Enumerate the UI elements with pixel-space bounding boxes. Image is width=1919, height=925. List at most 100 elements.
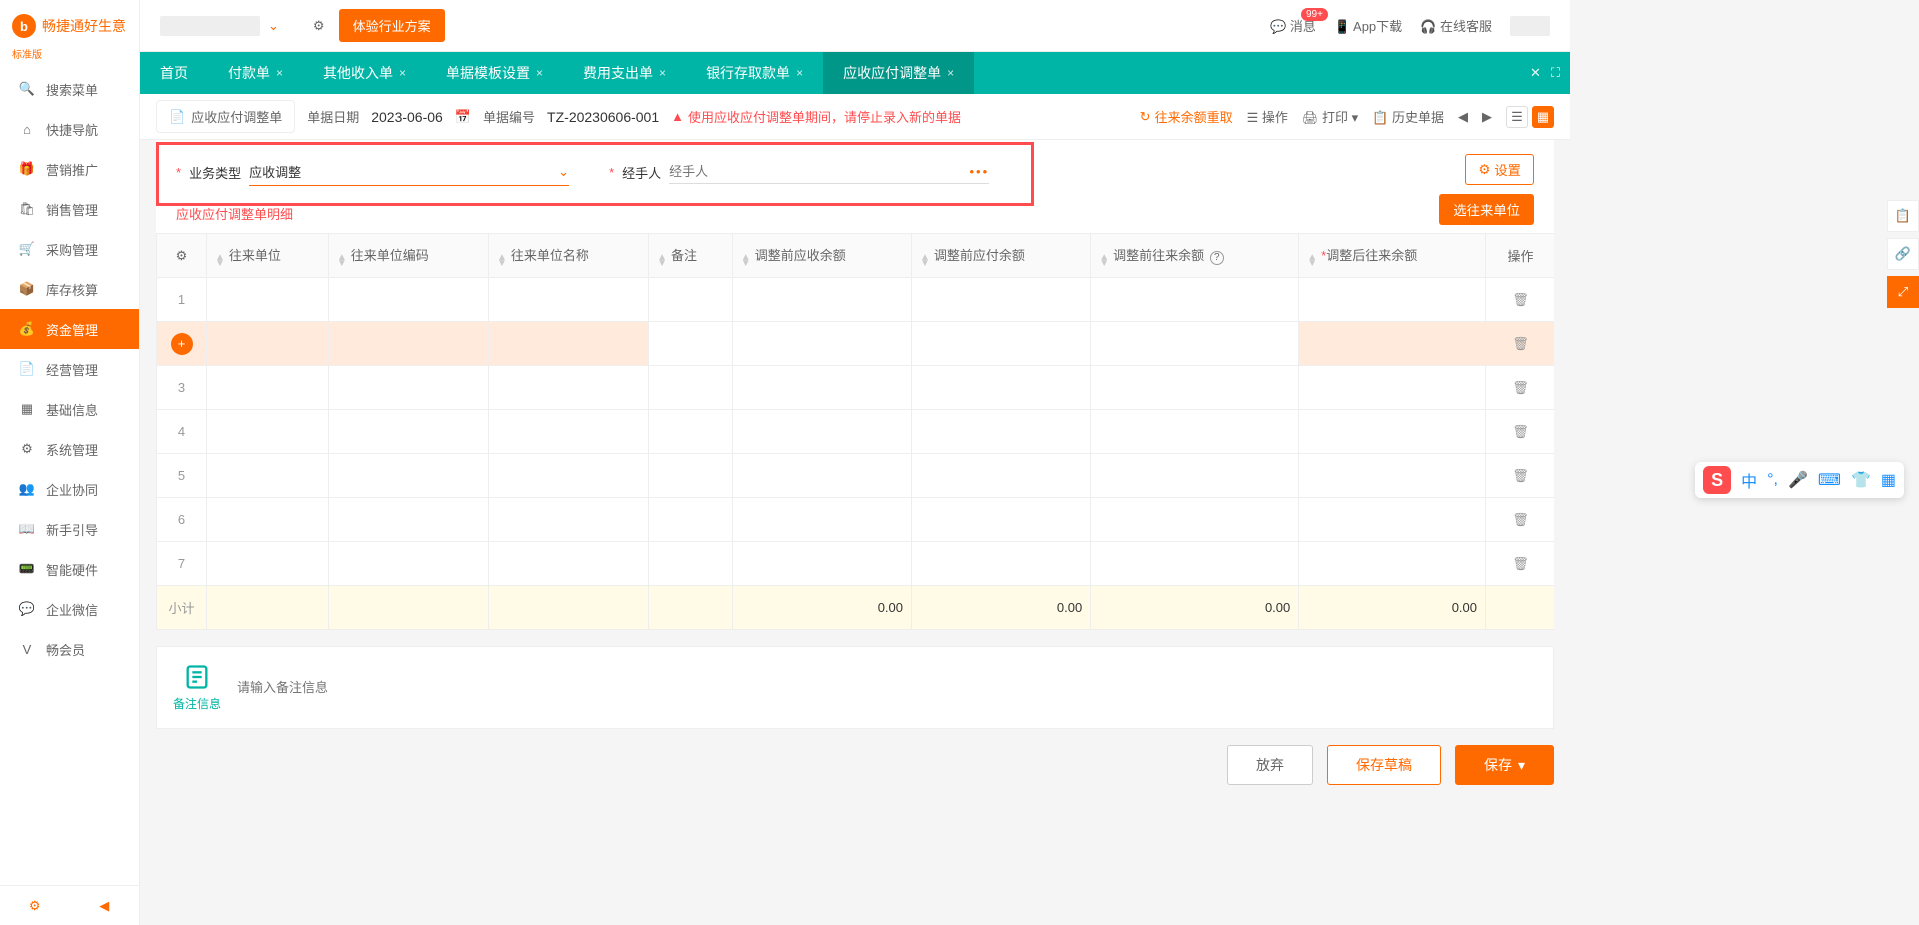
col-header[interactable]: ▲▼往来单位 [207, 234, 329, 278]
col-header[interactable]: ▲▼调整前往来余额 ? [1091, 234, 1299, 278]
cell[interactable] [1091, 278, 1299, 322]
print-dropdown[interactable]: 🖨 打印 ▾ [1302, 107, 1358, 126]
cell[interactable] [1299, 366, 1486, 410]
sidebar-settings-icon[interactable]: ⚙ [0, 898, 70, 914]
sort-icon[interactable]: ▲▼ [497, 255, 507, 267]
discard-button[interactable]: 放弃 [1227, 745, 1313, 785]
cell[interactable] [1091, 454, 1299, 498]
delete-row-icon[interactable]: 🗑 [1512, 512, 1529, 527]
calendar-icon[interactable]: 📅 [455, 109, 471, 125]
table-row[interactable]: 4🗑 [157, 410, 1555, 454]
sidebar-item-grid[interactable]: ▦基础信息 [0, 389, 139, 429]
sort-icon[interactable]: ▲▼ [337, 255, 347, 267]
cell[interactable] [1299, 498, 1486, 542]
sidebar-item-chat[interactable]: 💬企业微信 [0, 589, 139, 629]
tab-付款单[interactable]: 付款单× [208, 52, 303, 94]
cell[interactable] [328, 454, 488, 498]
sort-icon[interactable]: ▲▼ [920, 255, 930, 267]
top-gear-icon[interactable]: ⚙ [313, 18, 325, 34]
cell[interactable] [489, 366, 649, 410]
avatar[interactable] [1510, 16, 1550, 36]
cell[interactable] [649, 278, 733, 322]
cell[interactable] [207, 542, 329, 586]
ops-dropdown[interactable]: ☰ 操作 [1247, 107, 1288, 126]
cell[interactable] [207, 498, 329, 542]
sort-icon[interactable]: ▲▼ [657, 255, 667, 267]
delete-row-icon[interactable]: 🗑 [1512, 424, 1529, 439]
cell[interactable] [649, 454, 733, 498]
ime-punct-icon[interactable]: °, [1767, 471, 1778, 489]
prev-icon[interactable]: ◀ [1458, 109, 1468, 125]
handler-picker-icon[interactable]: ••• [970, 164, 990, 179]
cell[interactable] [328, 542, 488, 586]
cell[interactable] [1091, 542, 1299, 586]
support-link[interactable]: 🎧 在线客服 [1420, 16, 1492, 35]
sidebar-item-gear[interactable]: ⚙系统管理 [0, 429, 139, 469]
ime-toolbar[interactable]: S 中 °, 🎤 ⌨ 👕 ▦ [1695, 462, 1904, 498]
view-list-icon[interactable]: ☰ [1506, 106, 1528, 128]
help-icon[interactable]: ? [1210, 251, 1224, 265]
tab-其他收入单[interactable]: 其他收入单× [303, 52, 426, 94]
tab-close-icon[interactable]: × [276, 66, 283, 80]
ime-lang-icon[interactable]: 中 [1741, 468, 1757, 492]
tab-close-icon[interactable]: × [536, 66, 543, 80]
cell[interactable] [207, 410, 329, 454]
col-header[interactable]: ▲▼往来单位名称 [489, 234, 649, 278]
tab-close-icon[interactable]: × [399, 66, 406, 80]
delete-row-icon[interactable]: 🗑 [1512, 556, 1529, 571]
cell[interactable] [489, 454, 649, 498]
col-header[interactable]: ▲▼调整前应付余额 [912, 234, 1091, 278]
sidebar-item-gift[interactable]: 🎁营销推广 [0, 149, 139, 189]
col-gear[interactable]: ⚙ [157, 234, 207, 278]
app-download-link[interactable]: 📱 App下载 [1334, 16, 1402, 35]
sidebar-item-book[interactable]: 📖新手引导 [0, 509, 139, 549]
date-value[interactable]: 2023-06-06 [371, 109, 443, 125]
cell[interactable] [912, 366, 1091, 410]
trial-button[interactable]: 体验行业方案 [339, 9, 445, 42]
col-header[interactable]: ▲▼调整前应收余额 [732, 234, 911, 278]
table-row[interactable]: 1🗑 [157, 278, 1555, 322]
cell[interactable] [1091, 498, 1299, 542]
cell[interactable] [649, 366, 733, 410]
cell[interactable] [649, 410, 733, 454]
cell[interactable] [732, 498, 911, 542]
cell[interactable] [732, 542, 911, 586]
remarks-input[interactable] [237, 680, 1537, 695]
cell[interactable] [1091, 322, 1299, 366]
sidebar-item-device[interactable]: 📟智能硬件 [0, 549, 139, 589]
cell[interactable] [649, 542, 733, 586]
cell[interactable] [489, 410, 649, 454]
ime-toolbox-icon[interactable]: ▦ [1881, 470, 1896, 490]
cell[interactable] [207, 454, 329, 498]
save-draft-button[interactable]: 保存草稿 [1327, 745, 1441, 785]
cell[interactable] [489, 322, 649, 366]
cell[interactable] [489, 542, 649, 586]
cell[interactable] [328, 322, 488, 366]
cell[interactable] [328, 366, 488, 410]
messages-link[interactable]: 💬 消息 99+ [1270, 16, 1316, 35]
cell[interactable] [912, 278, 1091, 322]
cell[interactable] [1091, 410, 1299, 454]
tab-fullscreen-icon[interactable]: ⛶ [1551, 65, 1560, 81]
cell[interactable] [732, 366, 911, 410]
cell[interactable] [489, 278, 649, 322]
table-row[interactable]: +🗑 [157, 322, 1555, 366]
cell[interactable] [1299, 322, 1486, 366]
sidebar-item-doc[interactable]: 📄经营管理 [0, 349, 139, 389]
select-unit-button[interactable]: 选往来单位 [1439, 194, 1534, 225]
col-header[interactable]: ▲▼备注 [649, 234, 733, 278]
doc-type-pill[interactable]: 📄 应收应付调整单 [156, 100, 295, 133]
recompute-link[interactable]: ↻ 往来余额重取 [1140, 107, 1233, 126]
sidebar-item-search[interactable]: 🔍搜索菜单 [0, 69, 139, 109]
tab-首页[interactable]: 首页 [140, 52, 208, 94]
cell[interactable] [207, 322, 329, 366]
cell[interactable] [207, 278, 329, 322]
cell[interactable] [328, 498, 488, 542]
sidebar-item-cart[interactable]: 🛒采购管理 [0, 229, 139, 269]
cell[interactable] [912, 322, 1091, 366]
ime-keyboard-icon[interactable]: ⌨ [1818, 470, 1841, 490]
cell[interactable] [1299, 454, 1486, 498]
cell[interactable] [489, 498, 649, 542]
ime-voice-icon[interactable]: 🎤 [1788, 470, 1808, 490]
ime-skin-icon[interactable]: 👕 [1851, 470, 1871, 490]
